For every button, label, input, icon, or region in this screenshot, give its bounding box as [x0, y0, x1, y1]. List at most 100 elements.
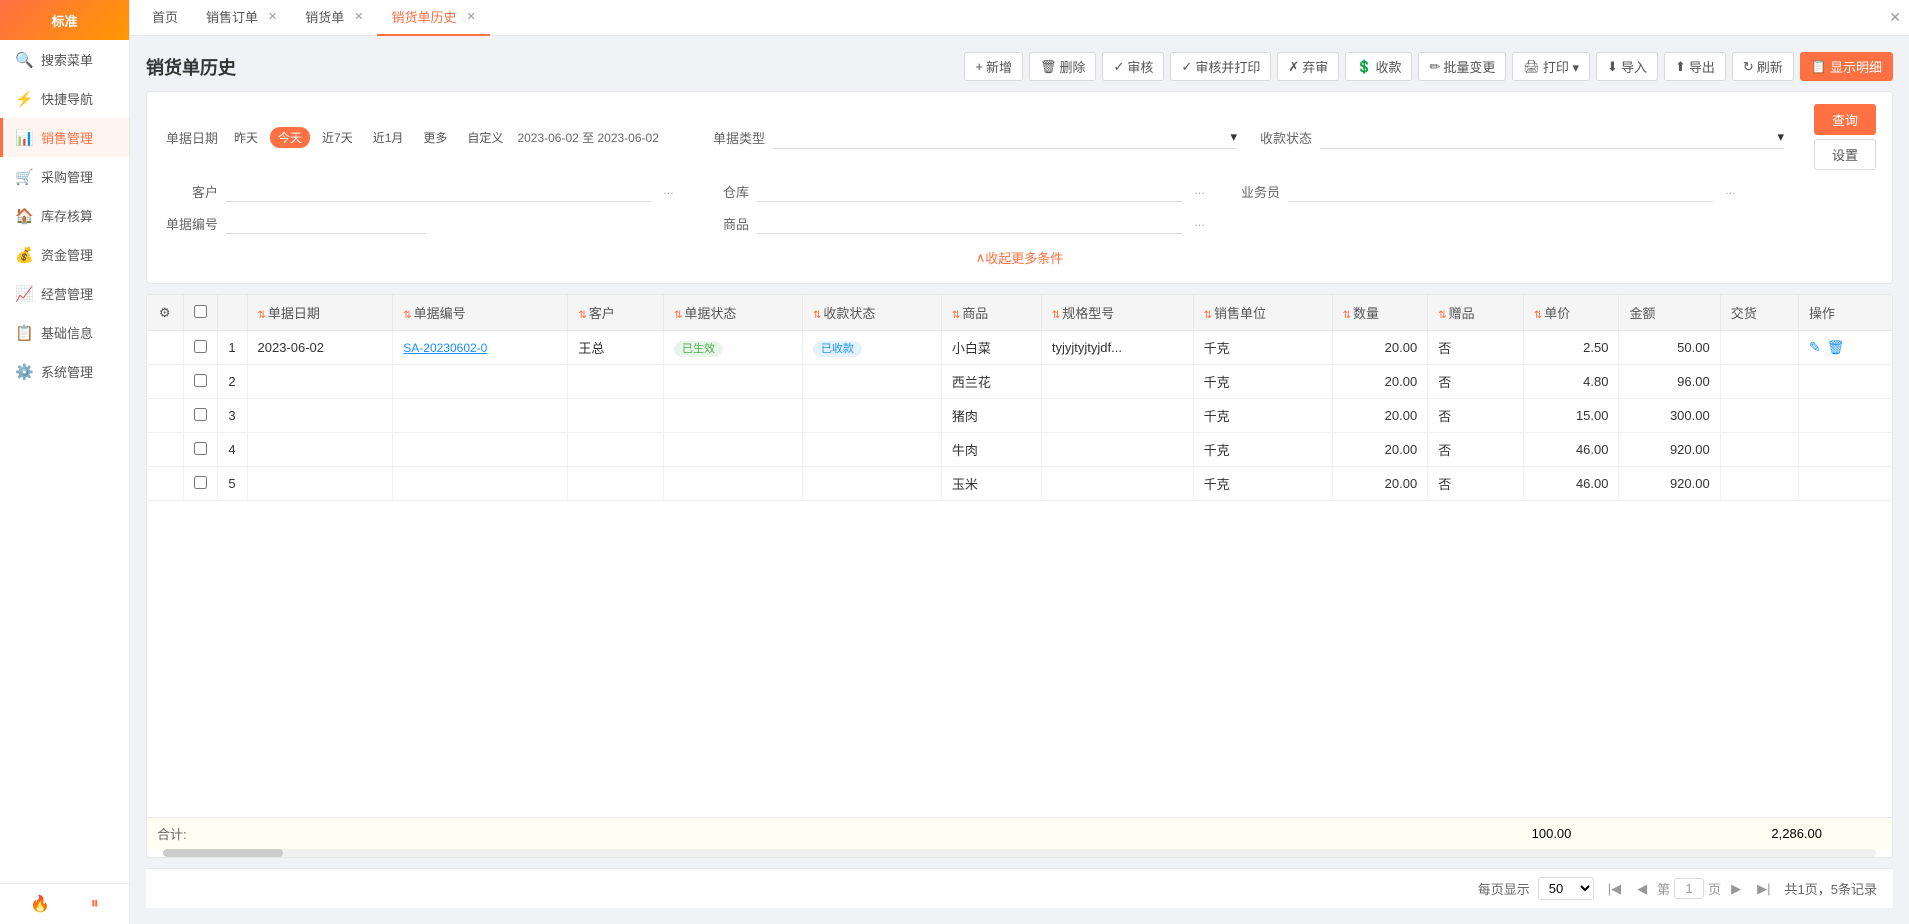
abandon-button[interactable]: ✗弃审 — [1277, 52, 1339, 81]
batch-change-button[interactable]: ✏批量变更 — [1418, 52, 1506, 81]
row-checkbox-2[interactable] — [194, 408, 207, 421]
date-tab-1[interactable]: 今天 — [270, 127, 310, 148]
th-doc-status[interactable]: ⇅单据状态 — [663, 295, 802, 331]
sidebar-item-search-menu[interactable]: 🔍搜索菜单 — [0, 40, 129, 79]
first-page-btn[interactable]: |◀ — [1602, 879, 1627, 899]
sidebar-item-ops-mgmt[interactable]: 📈经营管理 — [0, 274, 129, 313]
salesperson-dots[interactable]: … — [1725, 185, 1736, 197]
sidebar-item-sys-mgmt[interactable]: ⚙️ 系统管理 — [0, 352, 129, 391]
cell-checkbox-0[interactable] — [183, 331, 217, 365]
tab-close-sales-history[interactable]: ✕ — [467, 10, 476, 23]
collapse-button[interactable]: ∧ 收起更多条件 — [972, 244, 1068, 271]
action-icon-0-0[interactable]: ✎ — [1809, 339, 1821, 356]
th-quantity[interactable]: ⇅数量 — [1332, 295, 1428, 331]
th-unit-price[interactable]: ⇅单价 — [1523, 295, 1619, 331]
th-doc-number[interactable]: ⇅单据编号 — [393, 295, 568, 331]
warehouse-input[interactable] — [757, 180, 1182, 202]
date-tab-2[interactable]: 近7天 — [314, 127, 361, 148]
th-collect-status[interactable]: ⇅收款状态 — [802, 295, 941, 331]
collect-label: 收款 — [1375, 57, 1401, 76]
cell-docnumber-1 — [393, 365, 568, 399]
date-tab-3[interactable]: 近1月 — [365, 127, 412, 148]
select-all-checkbox[interactable] — [194, 305, 207, 318]
action-icon-0-1[interactable]: 🗑 — [1827, 339, 1845, 356]
last-page-btn[interactable]: ▶| — [1751, 879, 1776, 899]
sidebar-item-sales-mgmt[interactable]: 📊销售管理 — [0, 118, 129, 157]
horizontal-scrollbar[interactable] — [163, 849, 1876, 857]
sidebar-icon-quick-nav: ⚡ — [15, 90, 33, 108]
delete-button[interactable]: 🗑删除 — [1029, 52, 1097, 81]
audit-print-button[interactable]: ✓审核并打印 — [1170, 52, 1271, 81]
per-page-select[interactable]: 50 100 200 — [1538, 877, 1594, 900]
show-detail-button[interactable]: 📋显示明细 — [1800, 52, 1893, 81]
row-checkbox-3[interactable] — [194, 442, 207, 455]
tab-sales-goods[interactable]: 销货单✕ — [291, 0, 377, 36]
sidebar-item-inventory[interactable]: 🏠库存核算 — [0, 196, 129, 235]
salesperson-input[interactable] — [1288, 180, 1713, 202]
cell-checkbox-2[interactable] — [183, 399, 217, 433]
goods-input[interactable] — [757, 212, 1182, 234]
import-button[interactable]: ⬇导入 — [1596, 52, 1658, 81]
close-all-tabs[interactable]: ✕ — [1889, 9, 1901, 26]
doc-number-link-0[interactable]: SA-20230602-0 — [403, 341, 487, 355]
cell-checkbox-3[interactable] — [183, 433, 217, 467]
cell-collectstatus-4 — [802, 467, 941, 501]
scroll-thumb[interactable] — [163, 849, 283, 857]
tab-close-sales-order[interactable]: ✕ — [268, 10, 277, 23]
th-doc-date[interactable]: ⇅单据日期 — [247, 295, 393, 331]
refresh-button[interactable]: ↻刷新 — [1732, 52, 1794, 81]
cell-checkbox-1[interactable] — [183, 365, 217, 399]
tab-close-sales-goods[interactable]: ✕ — [354, 10, 363, 23]
th-sales-unit[interactable]: ⇅销售单位 — [1193, 295, 1332, 331]
fire-icon[interactable]: 🔥 — [30, 894, 50, 914]
sidebar-item-quick-nav[interactable]: ⚡快捷导航 — [0, 79, 129, 118]
settings-button[interactable]: 设置 — [1814, 139, 1876, 170]
date-tab-4[interactable]: 更多 — [415, 127, 455, 148]
th-gift[interactable]: ⇅赠品 — [1428, 295, 1524, 331]
warehouse-dots[interactable]: … — [1194, 185, 1205, 197]
cell-rownum-2: 3 — [217, 399, 247, 433]
doc-type-label: 单据类型 — [710, 128, 765, 147]
export-label: 导出 — [1689, 57, 1715, 76]
sidebar-item-base-info[interactable]: 📋基础信息 — [0, 313, 129, 352]
cell-checkbox-4[interactable] — [183, 467, 217, 501]
tab-sales-history[interactable]: 销货单历史✕ — [377, 0, 489, 36]
add-button[interactable]: +新增 — [964, 52, 1023, 81]
next-page-btn[interactable]: ▶ — [1725, 879, 1747, 899]
cell-docstatus-4 — [663, 467, 802, 501]
content-area: 销货单历史 +新增🗑删除✓审核✓审核并打印✗弃审💲收款✏批量变更🖨打印 ▾⬇导入… — [130, 36, 1909, 924]
collect-button[interactable]: 💲收款 — [1345, 52, 1412, 81]
row-checkbox-4[interactable] — [194, 476, 207, 489]
export-button[interactable]: ⬆导出 — [1664, 52, 1726, 81]
sidebar-item-purchase-mgmt[interactable]: 🛒采购管理 — [0, 157, 129, 196]
collect-status-select[interactable]: ▾ — [1320, 126, 1784, 149]
query-button[interactable]: 查询 — [1814, 104, 1876, 135]
pause-icon[interactable]: ⏸ — [91, 895, 99, 913]
prev-page-btn[interactable]: ◀ — [1631, 879, 1653, 899]
row-checkbox-0[interactable] — [194, 340, 207, 353]
th-goods[interactable]: ⇅商品 — [941, 295, 1041, 331]
sidebar-label-sys-mgmt: 系统管理 — [41, 362, 93, 381]
th-checkbox[interactable] — [183, 295, 217, 331]
chevron-down-icon-2: ▾ — [1777, 129, 1784, 145]
th-settings[interactable]: ⚙ — [147, 295, 183, 331]
customer-input[interactable] — [226, 180, 651, 202]
th-spec[interactable]: ⇅规格型号 — [1041, 295, 1193, 331]
cell-gift-2: 否 — [1428, 399, 1524, 433]
row-checkbox-1[interactable] — [194, 374, 207, 387]
doc-number-input[interactable] — [226, 212, 426, 234]
audit-button[interactable]: ✓审核 — [1102, 52, 1164, 81]
current-page[interactable]: 1 — [1674, 878, 1704, 899]
sidebar-item-finance[interactable]: 💰资金管理 — [0, 235, 129, 274]
customer-dots[interactable]: … — [663, 185, 674, 197]
print-button[interactable]: 🖨打印 ▾ — [1512, 52, 1590, 81]
th-customer[interactable]: ⇅客户 — [568, 295, 664, 331]
goods-dots[interactable]: … — [1194, 217, 1205, 229]
date-tab-0[interactable]: 昨天 — [226, 127, 266, 148]
tab-home[interactable]: 首页 — [138, 0, 192, 36]
sidebar-icon-sys-mgmt: ⚙️ — [15, 363, 33, 381]
doc-type-select[interactable]: ▾ — [773, 126, 1237, 149]
tab-sales-order[interactable]: 销售订单✕ — [192, 0, 291, 36]
cell-settings-2 — [147, 399, 183, 433]
date-tab-5[interactable]: 自定义 — [459, 127, 511, 148]
